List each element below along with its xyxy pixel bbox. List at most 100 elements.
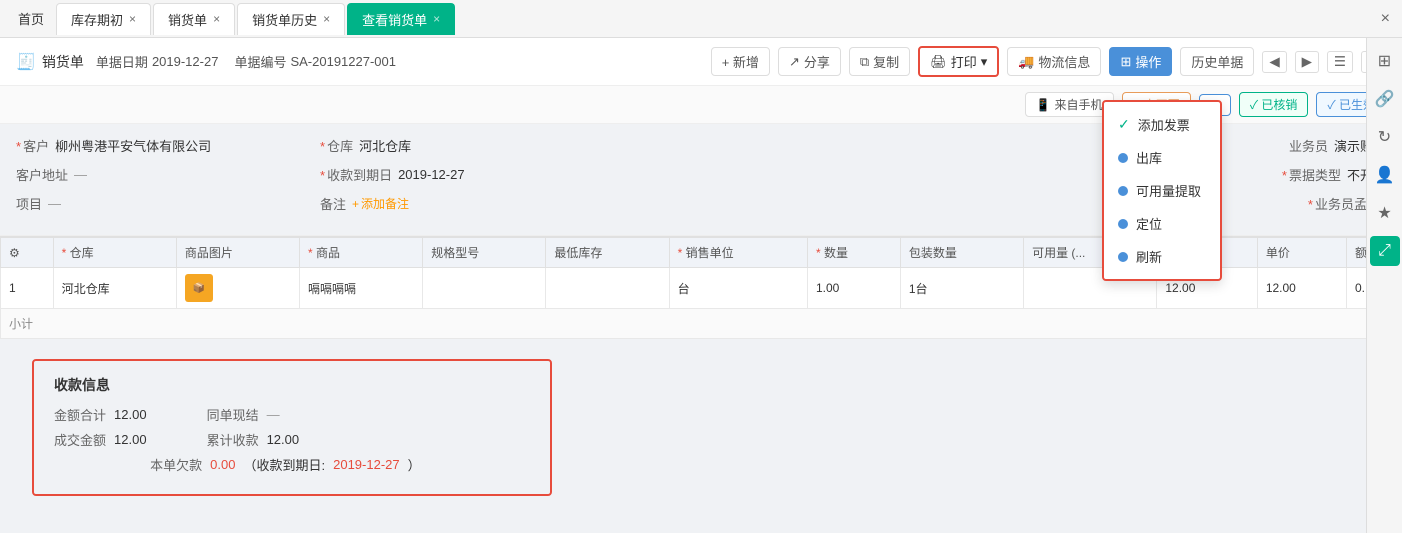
print-button[interactable]: 🖨 打印 ▾ xyxy=(918,46,999,77)
payment-row-3: 金额合计 12.00 本单欠款 0.00 （收款到期日: 2019-12-27 … xyxy=(54,455,530,474)
tab-close-view-sales[interactable]: × xyxy=(433,12,440,26)
sidebar-user-icon[interactable]: 👤 xyxy=(1370,160,1400,190)
share-icon: ↗ xyxy=(789,54,800,70)
sidebar-refresh-icon[interactable]: ↻ xyxy=(1370,122,1400,152)
dropdown-available-pick[interactable]: 可用量提取 xyxy=(1104,174,1220,207)
tab-view-sales[interactable]: 查看销货单 × xyxy=(347,3,455,35)
col-product: * 商品 xyxy=(300,238,423,268)
cumulative-value: 12.00 xyxy=(267,432,300,447)
product-thumbnail: 📦 xyxy=(185,274,213,302)
col-image: 商品图片 xyxy=(176,238,299,268)
nav-prev[interactable]: ◀ xyxy=(1262,51,1286,73)
logistics-icon: 🚚 xyxy=(1018,54,1034,70)
cancelled-button[interactable]: ✓ 已核销 xyxy=(1239,92,1309,117)
cell-product: 嗝嗝嗝嗝 xyxy=(300,268,423,309)
share-button[interactable]: ↗ 分享 xyxy=(778,47,841,76)
cell-spec xyxy=(423,268,546,309)
notes-label: 备注 xyxy=(320,194,346,213)
col-unit-price: 单价 xyxy=(1257,238,1346,268)
sidebar-star-icon[interactable]: ★ xyxy=(1370,198,1400,228)
add-note-button[interactable]: + 添加备注 xyxy=(352,195,409,212)
add-invoice-label: 添加发票 xyxy=(1138,115,1190,134)
doc-title-text: 销货单 xyxy=(42,52,84,72)
due-label: 本单欠款 xyxy=(150,455,202,474)
cell-warehouse: 河北仓库 xyxy=(53,268,176,309)
payment-info-title: 收款信息 xyxy=(54,375,530,395)
subtotal-label: 小计 xyxy=(1,309,1402,339)
operate-button[interactable]: ⊞ 操作 xyxy=(1109,47,1172,76)
view-list[interactable]: ☰ xyxy=(1327,51,1353,73)
copy-button[interactable]: ⧉ 复制 xyxy=(849,47,910,76)
tab-close-sales[interactable]: × xyxy=(213,12,220,26)
warehouse-field: 仓库 河北仓库 xyxy=(320,136,600,155)
same-order-field: 同单现结 — xyxy=(207,405,280,424)
doc-actions: + 新增 ↗ 分享 ⧉ 复制 🖨 打印 ▾ 🚚 物流信息 ⊞ 操作 xyxy=(711,46,1386,77)
tab-sales-history[interactable]: 销货单历史 × xyxy=(237,3,345,35)
project-field: 项目 — xyxy=(16,194,296,213)
due-field: 金额合计 12.00 本单欠款 0.00 （收款到期日: 2019-12-27 … xyxy=(54,455,421,474)
doc-number-field: 单据编号 SA-20191227-001 xyxy=(234,52,396,71)
from-phone-button[interactable]: 📱 来自手机 xyxy=(1025,92,1114,117)
available-pick-label: 可用量提取 xyxy=(1136,181,1201,200)
logistics-button[interactable]: 🚚 物流信息 xyxy=(1007,47,1101,76)
payment-date-label: 收款到期日 xyxy=(320,165,392,184)
sidebar-expand-icon[interactable]: ⤢ xyxy=(1370,236,1400,266)
right-sidebar: ⊞ 🔗 ↻ 👤 ★ ⤢ xyxy=(1366,38,1402,533)
payment-date-field: 收款到期日 2019-12-27 xyxy=(320,165,600,184)
col-spec: 规格型号 xyxy=(423,238,546,268)
deal-field: 成交金额 12.00 xyxy=(54,430,147,449)
tab-close-inventory[interactable]: × xyxy=(129,12,136,26)
tab-close-sales-history[interactable]: × xyxy=(323,12,330,26)
tab-bar: 首页 库存期初 × 销货单 × 销货单历史 × 查看销货单 × × xyxy=(0,0,1402,38)
phone-icon: 📱 xyxy=(1036,98,1051,112)
check-circle-icon: ✓ xyxy=(1250,98,1258,112)
customer-label: 客户 xyxy=(16,136,49,155)
sidebar-link-icon[interactable]: 🔗 xyxy=(1370,84,1400,114)
col-settings[interactable]: ⚙ xyxy=(1,238,54,268)
ticket-label: 票据类型 xyxy=(1282,165,1341,184)
col-warehouse: * 仓库 xyxy=(53,238,176,268)
tab-inventory[interactable]: 库存期初 × xyxy=(56,3,151,35)
deal-value: 12.00 xyxy=(114,432,147,447)
locate-label: 定位 xyxy=(1136,214,1162,233)
customer-field: 客户 柳州粤港平安气体有限公司 xyxy=(16,136,296,155)
history-button[interactable]: 历史单据 xyxy=(1180,47,1254,76)
dropdown-add-invoice[interactable]: ✓ 添加发票 xyxy=(1104,108,1220,141)
warehouse-label: 仓库 xyxy=(320,136,353,155)
customer-value: 柳州粤港平安气体有限公司 xyxy=(55,136,211,155)
due-note-end: ） xyxy=(408,455,421,474)
print-icon: 🖨 xyxy=(930,54,947,70)
refresh-label: 刷新 xyxy=(1136,247,1162,266)
cell-quantity: 1.00 xyxy=(807,268,900,309)
dropdown-outbound[interactable]: 出库 xyxy=(1104,141,1220,174)
cell-pack-qty: 1台 xyxy=(900,268,1023,309)
doc-number-value: SA-20191227-001 xyxy=(290,54,396,69)
dropdown-refresh[interactable]: 刷新 xyxy=(1104,240,1220,273)
col-min-stock: 最低库存 xyxy=(546,238,669,268)
sidebar-table-icon[interactable]: ⊞ xyxy=(1370,46,1400,76)
dot-icon-4 xyxy=(1118,252,1128,262)
outbound-label: 出库 xyxy=(1136,148,1162,167)
doc-meta: 单据日期 2019-12-27 单据编号 SA-20191227-001 xyxy=(96,52,396,71)
tab-home[interactable]: 首页 xyxy=(8,3,54,34)
nav-next[interactable]: ▶ xyxy=(1295,51,1319,73)
tab-close-all[interactable]: × xyxy=(1377,6,1394,32)
cell-unit-price: 12.00 xyxy=(1257,268,1346,309)
subtotal-row: 小计 xyxy=(1,309,1402,339)
payment-row-1: 金额合计 12.00 同单现结 — xyxy=(54,405,530,424)
dropdown-locate[interactable]: 定位 xyxy=(1104,207,1220,240)
payment-date-value: 2019-12-27 xyxy=(398,167,465,182)
cell-image: 📦 xyxy=(176,268,299,309)
col-pack-qty: 包装数量 xyxy=(900,238,1023,268)
doc-date-field: 单据日期 2019-12-27 xyxy=(96,52,219,71)
total-field: 金额合计 12.00 xyxy=(54,405,147,424)
col-sales-unit: * 销售单位 xyxy=(669,238,807,268)
total-value: 12.00 xyxy=(114,407,147,422)
address-label: 客户地址 xyxy=(16,165,68,184)
tab-sales[interactable]: 销货单 × xyxy=(153,3,235,35)
operate-dropdown: ✓ 添加发票 出库 可用量提取 定位 刷新 xyxy=(1102,100,1222,281)
new-button[interactable]: + 新增 xyxy=(711,47,770,76)
payment-info-box: 收款信息 金额合计 12.00 同单现结 — 成交金额 12.00 累计收款 xyxy=(32,359,552,496)
salesperson-label: 业务员孟 xyxy=(1308,194,1367,213)
same-order-label: 同单现结 xyxy=(207,405,259,424)
